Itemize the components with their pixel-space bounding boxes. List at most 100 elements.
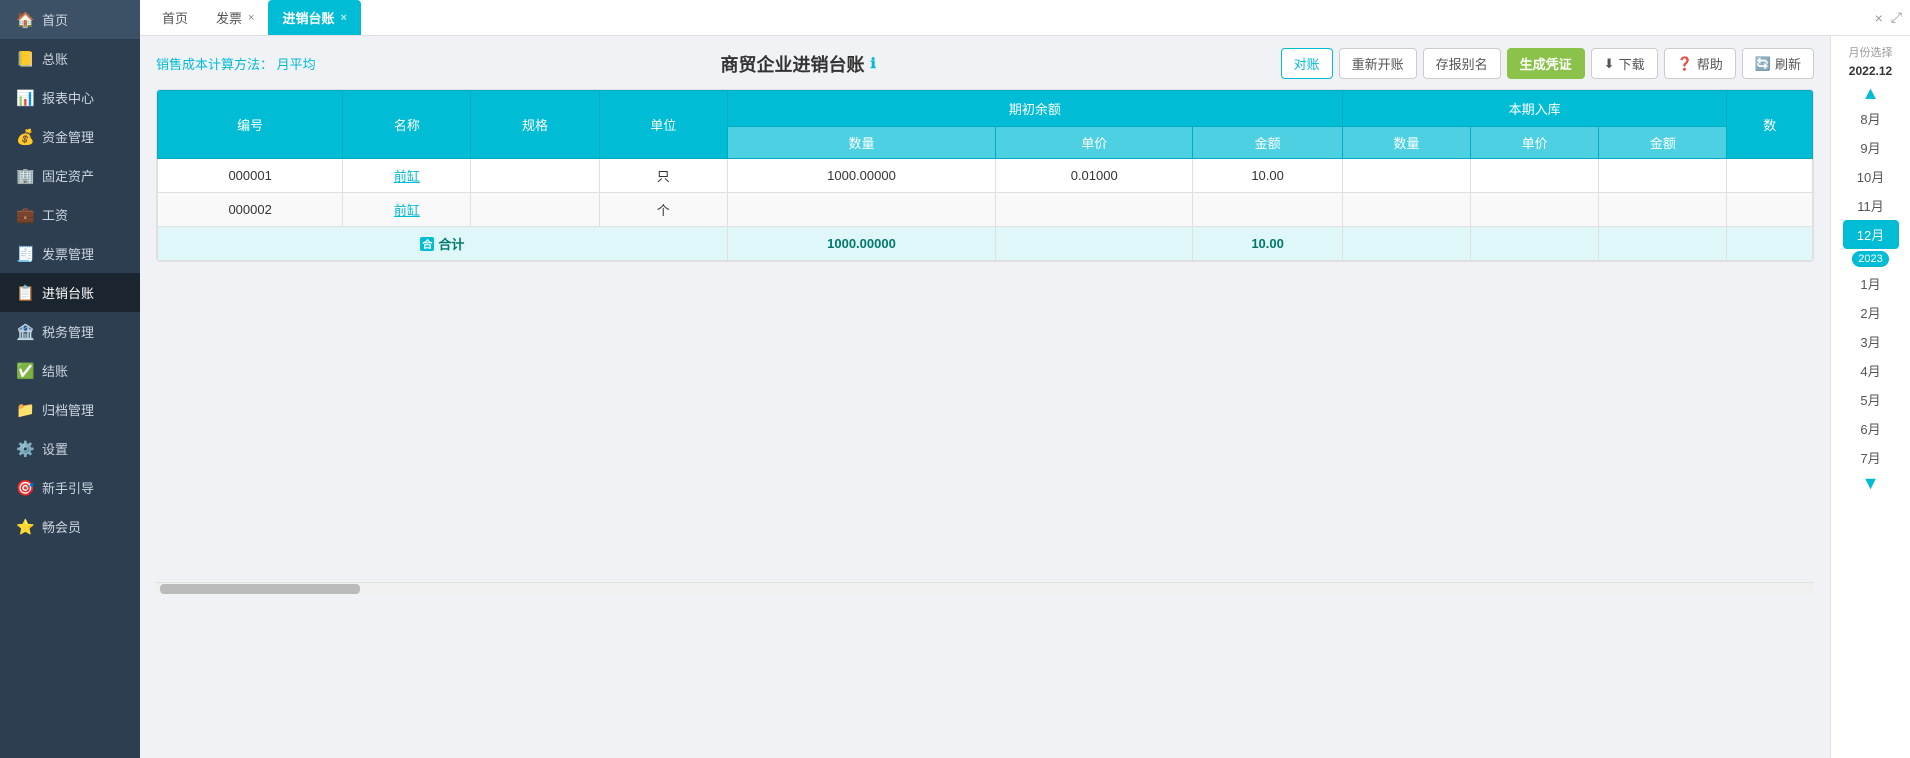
stock-table: 编号 名称 规格 单位 期初余额 本期入库 数 数量 单价 金额 数 [157, 90, 1813, 261]
cell-opening-qty: 1000.00000 [727, 159, 995, 193]
cell-in-price [1471, 193, 1599, 227]
tax-icon: 🏦 [16, 323, 34, 341]
month-item-5[interactable]: 5月 [1843, 385, 1899, 414]
assets-icon: 🏢 [16, 167, 34, 185]
sidebar-item-home[interactable]: 🏠 首页 [0, 0, 140, 39]
total-icon: 合 [420, 237, 434, 251]
sidebar-item-ledger[interactable]: 📒 总账 [0, 39, 140, 78]
reopen-button[interactable]: 重新开账 [1339, 48, 1417, 79]
sidebar-item-settings[interactable]: ⚙️ 设置 [0, 429, 140, 468]
tab-stockledger-close[interactable]: × [340, 12, 346, 24]
total-row: 合 合计 1000.00000 10.00 [158, 227, 1813, 261]
month-item-2[interactable]: 2月 [1843, 298, 1899, 327]
sub-header-in-amount: 金额 [1599, 127, 1727, 159]
tab-invoice-close[interactable]: × [248, 12, 254, 24]
cell-in-qty [1342, 193, 1470, 227]
help-button[interactable]: ❓ 帮助 [1664, 48, 1736, 79]
sidebar-item-label: 发票管理 [42, 244, 94, 263]
bottom-scrollbar[interactable] [156, 582, 1814, 594]
cell-spec [471, 193, 599, 227]
window-close-button[interactable]: × [1875, 10, 1883, 26]
generate-voucher-button[interactable]: 生成凭证 [1507, 48, 1585, 79]
cell-in-amount [1599, 159, 1727, 193]
sidebar-item-label: 进销台账 [42, 283, 94, 302]
name-link[interactable]: 前缸 [394, 203, 420, 218]
month-picker: 月份选择 2022.12 ▲ 8月 9月 10月 11月 12月 2023 1月… [1830, 36, 1910, 758]
sidebar-item-salary[interactable]: 💼 工资 [0, 195, 140, 234]
sidebar-item-label: 资金管理 [42, 127, 94, 146]
month-item-10[interactable]: 10月 [1843, 162, 1899, 191]
tab-invoice[interactable]: 发票 × [202, 0, 268, 35]
cell-opening-amount: 10.00 [1193, 159, 1343, 193]
sidebar-item-guide[interactable]: 🎯 新手引导 [0, 468, 140, 507]
sidebar-item-tax[interactable]: 🏦 税务管理 [0, 312, 140, 351]
sidebar-item-label: 首页 [42, 10, 68, 29]
cell-in-price [1471, 159, 1599, 193]
total-text: 合计 [438, 234, 464, 253]
cost-method: 销售成本计算方法： 月平均 [156, 54, 316, 73]
col-header-spec: 规格 [471, 91, 599, 159]
cost-method-value: 月平均 [277, 57, 316, 72]
sidebar-item-archive[interactable]: 📁 归档管理 [0, 390, 140, 429]
sidebar-item-stockledger[interactable]: 📋 进销台账 [0, 273, 140, 312]
sidebar-item-funds[interactable]: 💰 资金管理 [0, 117, 140, 156]
month-item-7-2023[interactable]: 7月 [1843, 443, 1899, 472]
month-item-11[interactable]: 11月 [1843, 191, 1899, 220]
cost-method-label: 销售成本计算方法： [156, 57, 273, 72]
reconcile-button[interactable]: 对账 [1281, 48, 1333, 79]
month-next-button[interactable]: ▼ [1860, 472, 1882, 494]
main-area: 首页 发票 × 进销台账 × × ⤢ 销售成本计算方法： 月平均 [140, 0, 1910, 758]
sidebar-item-reports[interactable]: 📊 报表中心 [0, 78, 140, 117]
sub-header-opening-qty: 数量 [727, 127, 995, 159]
tab-home[interactable]: 首页 [148, 0, 202, 35]
sidebar-item-label: 归档管理 [42, 400, 94, 419]
refresh-button[interactable]: 🔄 刷新 [1742, 48, 1814, 79]
window-maximize-button[interactable]: ⤢ [1891, 9, 1902, 26]
sidebar-item-label: 畅会员 [42, 517, 81, 536]
year-badge-2023: 2023 [1852, 251, 1888, 267]
settings-icon: ⚙️ [16, 440, 34, 458]
cell-opening-price [996, 193, 1193, 227]
sidebar-item-invoice[interactable]: 🧾 发票管理 [0, 234, 140, 273]
cell-name: 前缸 [343, 159, 471, 193]
page-content: 销售成本计算方法： 月平均 商贸企业进销台账 ℹ 对账 重新开账 存报别名 生成… [140, 36, 1830, 758]
month-item-8[interactable]: 8月 [1843, 104, 1899, 133]
table-container: 编号 名称 规格 单位 期初余额 本期入库 数 数量 单价 金额 数 [156, 89, 1814, 262]
sidebar-item-checkout[interactable]: ✅ 结账 [0, 351, 140, 390]
reports-icon: 📊 [16, 89, 34, 107]
cell-unit: 只 [599, 159, 727, 193]
total-label-cell: 合 合计 [158, 227, 728, 261]
save-alias-button[interactable]: 存报别名 [1423, 48, 1501, 79]
table-row: 000001 前缸 只 1000.00000 0.01000 10.00 [158, 159, 1813, 193]
toolbar-buttons: 对账 重新开账 存报别名 生成凭证 ⬇ 下载 ❓ 帮助 🔄 刷新 [1281, 48, 1814, 79]
month-item-4[interactable]: 4月 [1843, 356, 1899, 385]
sidebar-item-assets[interactable]: 🏢 固定资产 [0, 156, 140, 195]
content-area: 销售成本计算方法： 月平均 商贸企业进销台账 ℹ 对账 重新开账 存报别名 生成… [140, 36, 1910, 758]
download-button[interactable]: ⬇ 下载 [1591, 48, 1658, 79]
name-link[interactable]: 前缸 [394, 169, 420, 184]
month-item-1[interactable]: 1月 [1843, 269, 1899, 298]
month-item-6[interactable]: 6月 [1843, 414, 1899, 443]
total-in-qty [1342, 227, 1470, 261]
table-row: 000002 前缸 个 [158, 193, 1813, 227]
sidebar: 🏠 首页 📒 总账 📊 报表中心 💰 资金管理 🏢 固定资产 💼 工资 🧾 发票… [0, 0, 140, 758]
month-prev-button[interactable]: ▲ [1860, 82, 1882, 104]
tab-bar: 首页 发票 × 进销台账 × × ⤢ [140, 0, 1910, 36]
month-item-12[interactable]: 12月 [1843, 220, 1899, 249]
month-item-3[interactable]: 3月 [1843, 327, 1899, 356]
cell-in-qty [1342, 159, 1470, 193]
col-header-current-in: 本期入库 [1342, 91, 1727, 127]
sidebar-item-label: 结账 [42, 361, 68, 380]
sub-header-in-price: 单价 [1471, 127, 1599, 159]
sidebar-item-vip[interactable]: ⭐ 畅会员 [0, 507, 140, 546]
cell-extra [1727, 159, 1813, 193]
cell-code: 000001 [158, 159, 343, 193]
vip-icon: ⭐ [16, 518, 34, 536]
month-picker-title: 月份选择 [1849, 44, 1893, 60]
cell-extra [1727, 193, 1813, 227]
tab-stockledger[interactable]: 进销台账 × [268, 0, 360, 35]
info-icon[interactable]: ℹ [870, 55, 875, 72]
month-item-9[interactable]: 9月 [1843, 133, 1899, 162]
cell-unit: 个 [599, 193, 727, 227]
sidebar-item-label: 设置 [42, 439, 68, 458]
